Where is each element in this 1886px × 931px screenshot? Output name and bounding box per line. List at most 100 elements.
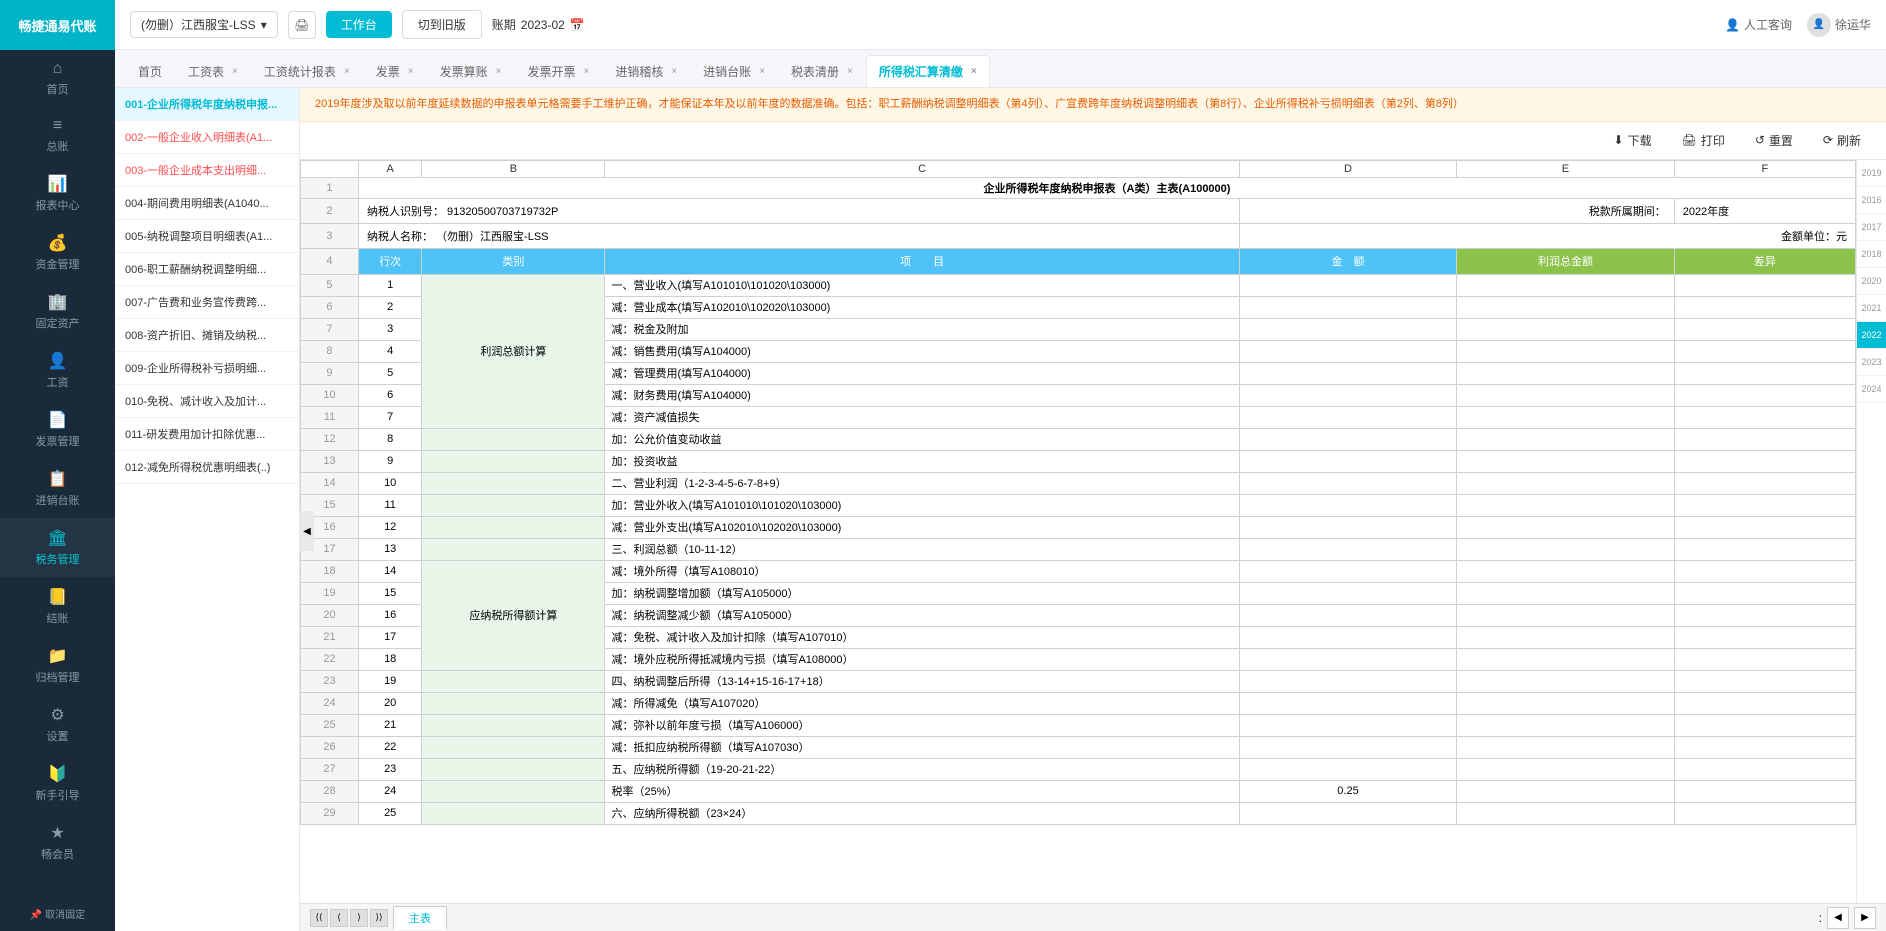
- tab-tax-list[interactable]: 税表清册 ×: [778, 55, 866, 87]
- tab-sales-audit[interactable]: 进销稽核 ×: [602, 55, 690, 87]
- tab-close-icon[interactable]: ×: [232, 66, 238, 77]
- sidebar-item-tax[interactable]: 🏛 税务管理: [0, 518, 115, 577]
- sidebar-item-ledger[interactable]: ≡ 总账: [0, 107, 115, 164]
- tab-home[interactable]: 首页: [125, 55, 175, 87]
- left-panel-item-003[interactable]: 003-一般企业成本支出明细...: [115, 154, 299, 187]
- row-seq: 24: [358, 780, 421, 802]
- row-seq: 3: [358, 318, 421, 340]
- left-panel-item-005[interactable]: 005-纳税调整项目明细表(A1...: [115, 220, 299, 253]
- row-number: 5: [301, 274, 359, 296]
- sidebar-item-payroll[interactable]: 👤 工资: [0, 341, 115, 400]
- sheet-nav-first[interactable]: ⟨⟨: [310, 909, 328, 927]
- sidebar-item-report[interactable]: 📊 报表中心: [0, 164, 115, 223]
- sidebar-item-invoice[interactable]: 📄 发票管理: [0, 400, 115, 459]
- left-panel-item-001[interactable]: 001-企业所得税年度纳税申报...: [115, 88, 299, 121]
- sheet-nav-prev[interactable]: ⟨: [330, 909, 348, 927]
- tab-label: 工资表: [188, 63, 224, 80]
- item-cell: 减：管理费用(填写A104000): [605, 362, 1239, 384]
- tab-close-icon[interactable]: ×: [759, 66, 765, 77]
- sidebar-item-member[interactable]: ★ 畅会员: [0, 813, 115, 872]
- sheet-area[interactable]: A B C D E F 1 企业所得税年度纳税申报表（A类）主表(A100000…: [300, 160, 1856, 904]
- sidebar-item-home[interactable]: ⌂ 首页: [0, 50, 115, 107]
- refresh-button[interactable]: ⟳ 刷新: [1813, 128, 1871, 153]
- item-cell: 二、营业利润（1-2-3-4-5-6-7-8+9）: [605, 472, 1239, 494]
- print-icon-btn[interactable]: 🖨: [288, 11, 316, 39]
- profit-cell: [1457, 538, 1674, 560]
- diff-cell: [1674, 560, 1855, 582]
- sheet-tab-main[interactable]: 主表: [393, 906, 447, 930]
- sidebar-item-sales-ledger[interactable]: 📋 进销台账: [0, 459, 115, 518]
- tab-close-icon[interactable]: ×: [971, 66, 977, 77]
- diff-cell: [1674, 406, 1855, 428]
- tab-tax-annual[interactable]: 所得税汇算清缴 ×: [866, 55, 990, 87]
- timeline-item-2023[interactable]: 2023: [1857, 349, 1886, 376]
- row-number: 25: [301, 714, 359, 736]
- tab-invoice[interactable]: 发票 ×: [363, 55, 427, 87]
- collapse-button[interactable]: ◀: [300, 511, 314, 551]
- tab-bar: 首页 工资表 × 工资统计报表 × 发票 × 发票算账 × 发票开票 ×: [115, 50, 1886, 88]
- pagination: : ◀ ▶: [1819, 907, 1876, 929]
- tab-close-icon[interactable]: ×: [496, 66, 502, 77]
- left-panel-item-009[interactable]: 009-企业所得税补亏损明细...: [115, 352, 299, 385]
- timeline-item-2018[interactable]: 2018: [1857, 241, 1886, 268]
- calendar-icon[interactable]: 📅: [570, 18, 585, 32]
- page-prev-btn[interactable]: ◀: [1827, 907, 1849, 929]
- sheet-nav-last[interactable]: ⟩⟩: [370, 909, 388, 927]
- tab-payroll[interactable]: 工资表 ×: [175, 55, 251, 87]
- tab-close-icon[interactable]: ×: [671, 66, 677, 77]
- timeline-item-2019[interactable]: 2019: [1857, 160, 1886, 187]
- download-button[interactable]: ⬇ 下载: [1604, 128, 1662, 153]
- timeline-item-2022[interactable]: 2022: [1857, 322, 1886, 349]
- sidebar-item-guide[interactable]: 🔰 新手引导: [0, 754, 115, 813]
- row-seq: 18: [358, 648, 421, 670]
- left-panel-item-011[interactable]: 011-研发费用加计扣除优惠...: [115, 418, 299, 451]
- tab-close-icon[interactable]: ×: [344, 66, 350, 77]
- amount-cell: [1239, 340, 1456, 362]
- timeline-item-2024[interactable]: 2024: [1857, 376, 1886, 403]
- tab-close-icon[interactable]: ×: [408, 66, 414, 77]
- timeline-item-2020[interactable]: 2020: [1857, 268, 1886, 295]
- tab-sales-ledger[interactable]: 进销台账 ×: [690, 55, 778, 87]
- left-panel-item-006[interactable]: 006-职工薪酬纳税调整明细...: [115, 253, 299, 286]
- tab-invoice-open[interactable]: 发票开票 ×: [514, 55, 602, 87]
- left-panel-item-002[interactable]: 002-一般企业收入明细表(A1...: [115, 121, 299, 154]
- workbench-button[interactable]: 工作台: [326, 11, 392, 38]
- tab-close-icon[interactable]: ×: [847, 66, 853, 77]
- row-seq: 25: [358, 802, 421, 824]
- switch-old-button[interactable]: 切到旧版: [402, 10, 482, 39]
- timeline-item-2021[interactable]: 2021: [1857, 295, 1886, 322]
- timeline-item-2016[interactable]: 2016: [1857, 187, 1886, 214]
- user-info[interactable]: 👤 徐运华: [1807, 13, 1871, 37]
- member-icon: ★: [50, 823, 64, 843]
- sheet-nav-next[interactable]: ⟩: [350, 909, 368, 927]
- item-cell: 减：资产减值损失: [605, 406, 1239, 428]
- sidebar-item-settings[interactable]: ⚙ 设置: [0, 695, 115, 754]
- finance-icon: 💰: [48, 233, 68, 253]
- amount-cell: [1239, 560, 1456, 582]
- sidebar-item-finance[interactable]: 💰 资金管理: [0, 223, 115, 282]
- home-icon: ⌂: [53, 60, 63, 78]
- reset-button[interactable]: ↺ 重置: [1745, 128, 1803, 153]
- left-panel-item-007[interactable]: 007-广告费和业务宣传费跨...: [115, 286, 299, 319]
- profit-cell: [1457, 626, 1674, 648]
- page-next-btn[interactable]: ▶: [1854, 907, 1876, 929]
- sidebar-item-settle[interactable]: 📒 结账: [0, 577, 115, 636]
- tab-invoice-calc[interactable]: 发票算账 ×: [427, 55, 515, 87]
- sidebar-unpin-btn[interactable]: 📌 取消固定: [0, 896, 115, 931]
- left-panel-item-010[interactable]: 010-免税、减计收入及加计...: [115, 385, 299, 418]
- left-panel-item-004[interactable]: 004-期间费用明细表(A1040...: [115, 187, 299, 220]
- timeline-item-2017[interactable]: 2017: [1857, 214, 1886, 241]
- print-button[interactable]: 🖨 打印: [1672, 128, 1735, 153]
- profit-cell: [1457, 384, 1674, 406]
- customer-service[interactable]: 👤 人工客询: [1725, 16, 1792, 33]
- left-panel-item-012[interactable]: 012-减免所得税优惠明细表(..): [115, 451, 299, 484]
- left-panel-item-008[interactable]: 008-资产折旧、摊销及纳税...: [115, 319, 299, 352]
- tab-payroll-stats[interactable]: 工资统计报表 ×: [251, 55, 363, 87]
- table-row: 12 8 加：公允价值变动收益: [301, 428, 1856, 450]
- table-row: 4 行次 类别 项 目 金 额 利润总金额 差异: [301, 248, 1856, 274]
- sidebar-item-archive[interactable]: 📁 归档管理: [0, 636, 115, 695]
- company-selector[interactable]: (勿删）江西服宝-LSS ▾: [130, 11, 278, 38]
- sidebar-item-assets[interactable]: 🏢 固定资产: [0, 282, 115, 341]
- row-number: 13: [301, 450, 359, 472]
- tab-close-icon[interactable]: ×: [583, 66, 589, 77]
